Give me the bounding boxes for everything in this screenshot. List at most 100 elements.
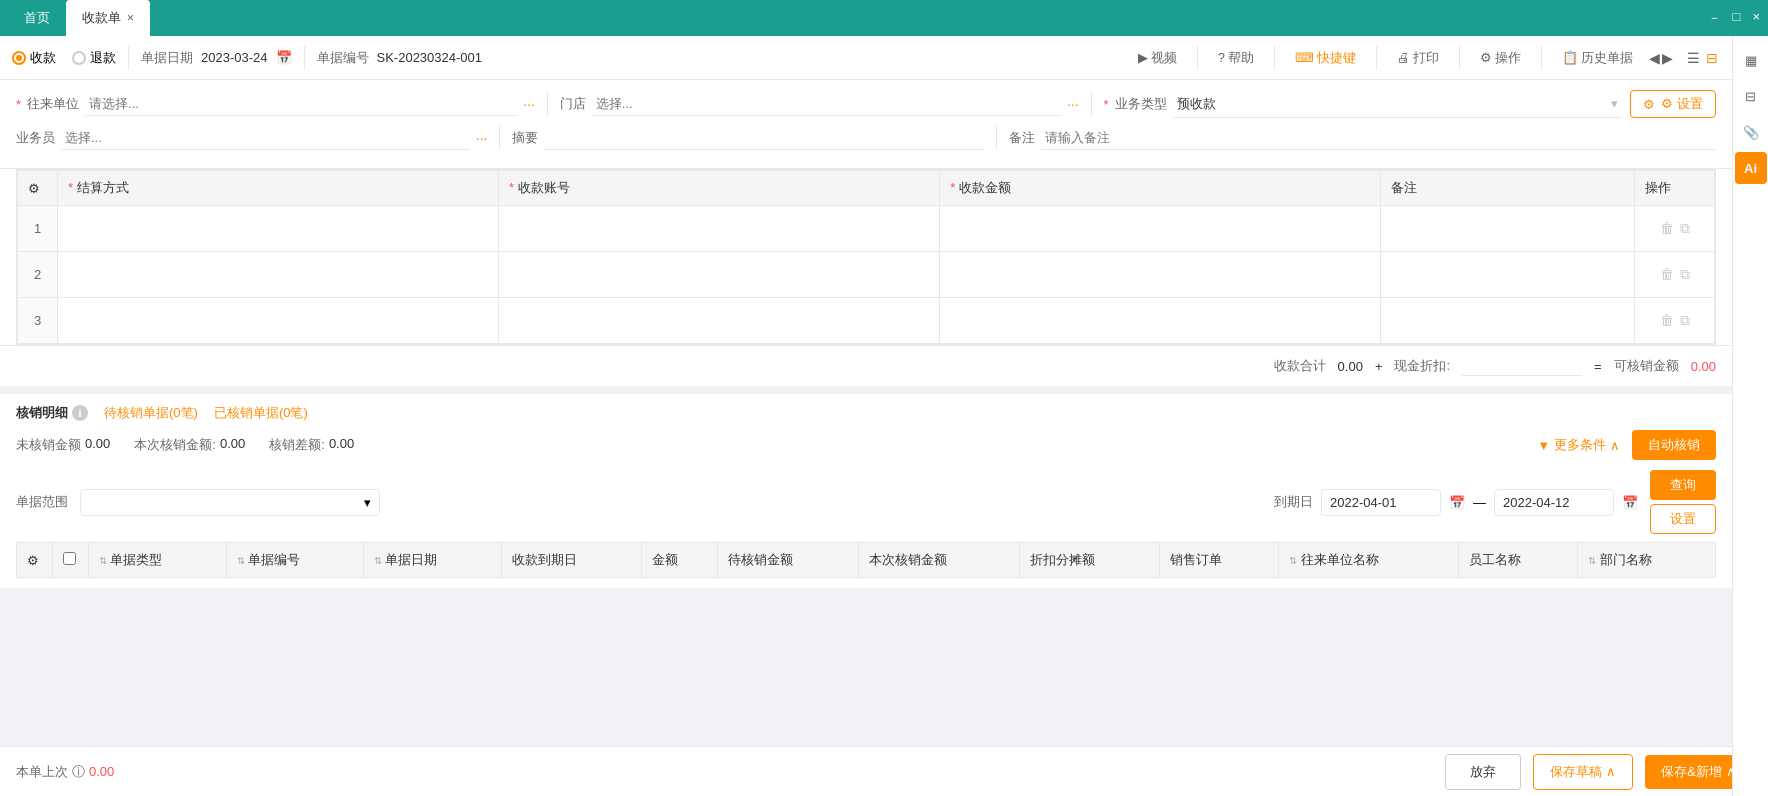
action-cell-2: 🗑 ⧉ — [1635, 252, 1715, 298]
list-view-icon[interactable]: ☰ — [1685, 48, 1702, 68]
done-tab[interactable]: 已核销单据(0笔) — [214, 404, 308, 422]
business-select[interactable]: 预收款 ▾ — [1173, 91, 1623, 118]
history-btn[interactable]: 📋 历史单据 — [1558, 47, 1637, 69]
select-all-checkbox[interactable] — [63, 552, 76, 565]
sidebar-icon-2[interactable]: ⊟ — [1735, 80, 1767, 112]
pending-tab[interactable]: 待核销单据(0笔) — [104, 404, 198, 422]
close-icon[interactable]: × — [1752, 9, 1760, 27]
summary-label: 摘要 — [512, 129, 538, 147]
form-row-1: * 往来单位 ··· 门店 ··· * 业务类型 预收款 ▾ — [16, 90, 1716, 118]
method-cell-3[interactable] — [58, 298, 499, 344]
equals-sign: = — [1594, 359, 1602, 374]
tab-active-label: 收款单 — [82, 0, 121, 36]
business-label: 业务类型 — [1115, 95, 1167, 113]
amount-cell-3[interactable] — [940, 298, 1381, 344]
tab-home[interactable]: 首页 — [8, 0, 66, 36]
remark-cell-3[interactable] — [1381, 298, 1635, 344]
method-cell-1[interactable] — [58, 206, 499, 252]
sidebar-icon-3[interactable]: 📎 — [1735, 116, 1767, 148]
video-btn[interactable]: ▶ 视频 — [1134, 47, 1181, 69]
store-label: 门店 — [560, 95, 586, 113]
verify-header: 核销明细 i 待核销单据(0笔) 已核销单据(0笔) — [16, 404, 1716, 422]
staff-more-btn[interactable]: ··· — [476, 130, 488, 146]
account-cell-3[interactable] — [499, 298, 940, 344]
delete-icon-2[interactable]: 🗑 — [1660, 266, 1674, 283]
save-draft-chevron: ∧ — [1606, 764, 1616, 779]
lower-th-number: ⇅ 单据编号 — [226, 543, 364, 578]
verify-table: ⚙ ⇅ 单据类型 ⇅ 单据编号 — [16, 542, 1716, 578]
lower-th-pending: 待核销金额 — [718, 543, 858, 578]
operation-btn[interactable]: ⚙ 操作 — [1476, 47, 1525, 69]
receipt-radio[interactable]: 收款 — [12, 49, 56, 67]
partner-field: * 往来单位 ··· — [16, 92, 535, 116]
view-icons: ☰ ⊟ — [1685, 48, 1720, 68]
lower-th-order: 销售订单 — [1160, 543, 1279, 578]
minimize-icon[interactable]: － — [1708, 9, 1721, 27]
history-info-icon[interactable]: ⓘ — [72, 763, 85, 781]
lower-th-type: ⇅ 单据类型 — [89, 543, 227, 578]
account-cell-2[interactable] — [499, 252, 940, 298]
discount-input[interactable] — [1462, 356, 1582, 376]
discard-button[interactable]: 放弃 — [1445, 754, 1521, 790]
due-end-input[interactable] — [1494, 489, 1614, 516]
copy-icon-3[interactable]: ⧉ — [1680, 312, 1690, 329]
verify-info-icon[interactable]: i — [72, 405, 88, 421]
toolbar-right: ▶ 视频 ? 帮助 ⌨ 快捷键 🖨 打印 ⚙ 操作 — [1134, 46, 1720, 70]
verify-settings-btn[interactable]: 设置 — [1650, 504, 1716, 534]
partner-required: * — [16, 97, 21, 112]
row-num-2: 2 — [18, 252, 58, 298]
copy-icon-2[interactable]: ⧉ — [1680, 266, 1690, 283]
sidebar-icon-1[interactable]: ▦ — [1735, 44, 1767, 76]
th-method: * 结算方式 — [58, 171, 499, 206]
lower-th-date: ⇅ 单据日期 — [364, 543, 502, 578]
table-row: 1 🗑 ⧉ — [18, 206, 1715, 252]
tab-close-icon[interactable]: × — [127, 0, 134, 36]
cal-end-icon[interactable]: 📅 — [1622, 495, 1638, 510]
method-cell-2[interactable] — [58, 252, 499, 298]
amount-cell-1[interactable] — [940, 206, 1381, 252]
store-input[interactable] — [592, 92, 1061, 116]
next-arrow[interactable]: ▶ — [1662, 50, 1673, 66]
save-draft-button[interactable]: 保存草稿 ∧ — [1533, 754, 1633, 790]
remark-cell-1[interactable] — [1381, 206, 1635, 252]
copy-icon-1[interactable]: ⧉ — [1680, 220, 1690, 237]
sidebar-icon-4[interactable]: Ai — [1735, 152, 1767, 184]
due-start-input[interactable] — [1321, 489, 1441, 516]
amount-cell-2[interactable] — [940, 252, 1381, 298]
tab-active[interactable]: 收款单 × — [66, 0, 150, 36]
remark-cell-2[interactable] — [1381, 252, 1635, 298]
settings-button[interactable]: ⚙ ⚙ 设置 — [1630, 90, 1716, 118]
prev-arrow[interactable]: ◀ — [1649, 50, 1660, 66]
staff-input[interactable] — [61, 126, 470, 150]
staff-field: 业务员 ··· — [16, 126, 487, 150]
partner-more-btn[interactable]: ··· — [523, 96, 535, 112]
remark-input[interactable] — [1041, 126, 1716, 150]
help-btn[interactable]: ? 帮助 — [1214, 47, 1258, 69]
th-gear[interactable]: ⚙ — [18, 171, 58, 206]
calendar-icon[interactable]: 📅 — [276, 50, 292, 65]
delete-icon-1[interactable]: 🗑 — [1660, 220, 1674, 237]
unverified-label: 未核销金额 — [16, 436, 81, 454]
th-action: 操作 — [1635, 171, 1715, 206]
grid-view-icon[interactable]: ⊟ — [1704, 48, 1720, 68]
delete-icon-3[interactable]: 🗑 — [1660, 312, 1674, 329]
account-cell-1[interactable] — [499, 206, 940, 252]
date-dash: — — [1473, 495, 1486, 510]
lower-th-gear[interactable]: ⚙ — [17, 543, 53, 578]
unverified-stat: 未核销金额 0.00 — [16, 436, 110, 454]
lower-th-checkbox[interactable] — [53, 543, 89, 578]
more-conditions-btn[interactable]: ▼ 更多条件 ∧ — [1537, 436, 1620, 454]
partner-input[interactable] — [85, 92, 517, 116]
refund-radio[interactable]: 退款 — [72, 49, 116, 67]
summary-input[interactable] — [544, 126, 983, 150]
cal-start-icon[interactable]: 📅 — [1449, 495, 1465, 510]
range-label: 单据范围 — [16, 493, 68, 511]
form-divider4 — [996, 126, 997, 150]
auto-verify-btn[interactable]: 自动核销 — [1632, 430, 1716, 460]
query-btn[interactable]: 查询 — [1650, 470, 1716, 500]
print-btn[interactable]: 🖨 打印 — [1393, 47, 1443, 69]
range-select[interactable]: ▾ — [80, 489, 380, 516]
shortcut-btn[interactable]: ⌨ 快捷键 — [1291, 47, 1360, 69]
restore-icon[interactable]: □ — [1733, 9, 1741, 27]
store-more-btn[interactable]: ··· — [1067, 96, 1079, 112]
